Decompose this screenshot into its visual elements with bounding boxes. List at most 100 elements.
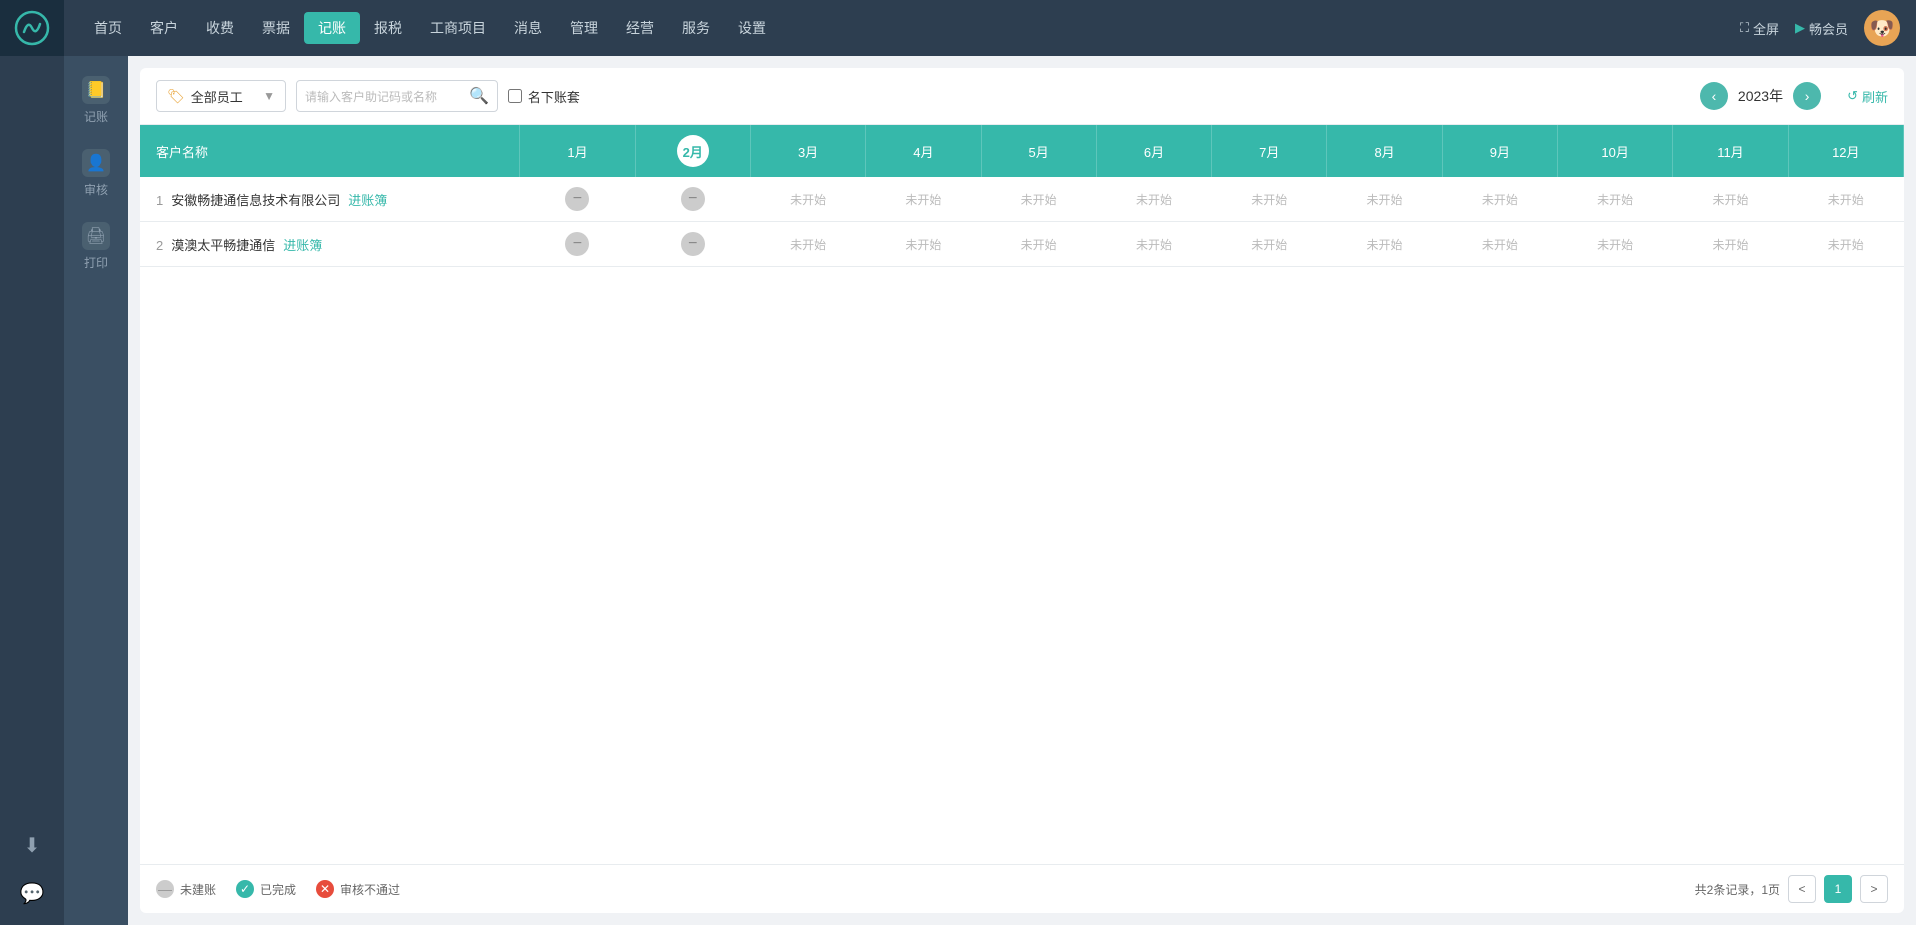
current-month-badge: 2月	[677, 135, 709, 167]
year-label: 2023年	[1738, 86, 1783, 106]
status-not-started: 未开始	[1367, 193, 1403, 207]
th-month-1: 1月	[520, 125, 635, 177]
legend-rejected-label: 审核不通过	[340, 881, 400, 898]
search-input[interactable]	[305, 89, 465, 104]
nav-manage[interactable]: 管理	[556, 12, 612, 44]
cell-month-11: 未开始	[1673, 177, 1788, 222]
enter-ledger-link[interactable]: 进账簿	[348, 193, 387, 208]
prev-page-button[interactable]: <	[1788, 875, 1816, 903]
status-not-started: 未开始	[790, 193, 826, 207]
member-button[interactable]: ▶ 畅会员	[1795, 19, 1848, 38]
cell-month-4: 未开始	[866, 177, 981, 222]
check-icon: ✓	[240, 882, 250, 896]
main-table: 客户名称 1月 2月 3月 4月 5月 6月 7月 8月	[140, 125, 1904, 267]
audit-icon: 👤	[82, 149, 110, 177]
nav-tax[interactable]: 报税	[360, 12, 416, 44]
th-month-9: 9月	[1442, 125, 1557, 177]
status-not-started: 未开始	[1136, 238, 1172, 252]
search-button[interactable]: 🔍	[469, 86, 489, 106]
status-not-started: 未开始	[905, 238, 941, 252]
cell-month-8: 未开始	[1327, 222, 1442, 267]
employee-select[interactable]: 🏷 全部员工 ▼	[156, 80, 286, 112]
cell-company-name: 1安徽畅捷通信息技术有限公司进账簿	[140, 177, 520, 222]
sub-item-audit[interactable]: 👤 审核	[64, 137, 128, 210]
accounts-under-me-input[interactable]	[508, 89, 522, 103]
nav-invoice[interactable]: 票据	[248, 12, 304, 44]
cell-month-5: 未开始	[981, 222, 1096, 267]
next-page-button[interactable]: >	[1860, 875, 1888, 903]
cell-month-7: 未开始	[1212, 222, 1327, 267]
status-not-started: 未开始	[1021, 193, 1057, 207]
ledger-icon: 📒	[82, 76, 110, 104]
status-dot: −	[681, 187, 705, 211]
year-nav: ‹ 2023年 ›	[1700, 82, 1821, 110]
status-not-started: 未开始	[1597, 238, 1633, 252]
cell-month-3: 未开始	[750, 177, 865, 222]
cell-month-12: 未开始	[1788, 222, 1903, 267]
th-month-12: 12月	[1788, 125, 1903, 177]
fullscreen-button[interactable]: ⛶ 全屏	[1740, 19, 1779, 38]
cell-month-10: 未开始	[1558, 222, 1673, 267]
nav-home[interactable]: 首页	[80, 12, 136, 44]
status-not-started: 未开始	[1251, 238, 1287, 252]
top-nav: 首页 客户 收费 票据 记账 报税 工商项目 消息 管理 经营 服务 设置 ⛶ …	[64, 0, 1916, 56]
cell-month-6: 未开始	[1096, 177, 1211, 222]
sub-item-ledger[interactable]: 📒 记账	[64, 64, 128, 137]
nav-settings[interactable]: 设置	[724, 12, 780, 44]
nav-message[interactable]: 消息	[500, 12, 556, 44]
support-icon[interactable]: 💬	[12, 873, 52, 913]
next-year-button[interactable]: ›	[1793, 82, 1821, 110]
search-icon: 🔍	[469, 86, 489, 106]
nav-billing[interactable]: 收费	[192, 12, 248, 44]
cell-month-2: −	[635, 177, 750, 222]
legend-completed-label: 已完成	[260, 881, 296, 898]
nav-operation[interactable]: 经营	[612, 12, 668, 44]
nav-service[interactable]: 服务	[668, 12, 724, 44]
cell-month-4: 未开始	[866, 222, 981, 267]
th-month-4: 4月	[866, 125, 981, 177]
status-not-started: 未开始	[790, 238, 826, 252]
app-logo[interactable]	[0, 0, 64, 56]
status-not-started: 未开始	[1021, 238, 1057, 252]
cell-month-5: 未开始	[981, 177, 1096, 222]
company-name-text: 安徽畅捷通信息技术有限公司	[171, 193, 340, 208]
th-month-5: 5月	[981, 125, 1096, 177]
refresh-button[interactable]: ↺ 刷新	[1847, 87, 1888, 106]
status-not-started: 未开始	[1367, 238, 1403, 252]
cell-month-2: −	[635, 222, 750, 267]
cell-month-12: 未开始	[1788, 177, 1903, 222]
nav-business[interactable]: 工商项目	[416, 12, 500, 44]
page-content: 🏷 全部员工 ▼ 🔍 名下账套 ‹	[128, 56, 1916, 925]
content-area: 📒 记账 👤 审核 🖨 打印 🏷 全部员工 ▼	[64, 56, 1916, 925]
th-customer-name: 客户名称	[140, 125, 520, 177]
refresh-icon: ↺	[1847, 88, 1858, 104]
nav-customer[interactable]: 客户	[136, 12, 192, 44]
th-month-10: 10月	[1558, 125, 1673, 177]
dropdown-arrow-icon: ▼	[263, 89, 275, 103]
main-card: 🏷 全部员工 ▼ 🔍 名下账套 ‹	[140, 68, 1904, 913]
legend-completed: ✓ 已完成	[236, 880, 296, 898]
user-avatar[interactable]: 🐶	[1864, 10, 1900, 46]
page-1-button[interactable]: 1	[1824, 875, 1852, 903]
checkbox-text: 名下账套	[528, 87, 580, 106]
download-icon[interactable]: ⬇	[12, 825, 52, 865]
status-dot: −	[565, 232, 589, 256]
nav-accounting[interactable]: 记账	[304, 12, 360, 44]
cell-month-1: −	[520, 177, 635, 222]
table-wrapper: 客户名称 1月 2月 3月 4月 5月 6月 7月 8月	[140, 125, 1904, 864]
accounts-under-me-checkbox[interactable]: 名下账套	[508, 87, 580, 106]
th-month-2: 2月	[635, 125, 750, 177]
nav-right: ⛶ 全屏 ▶ 畅会员 🐶	[1740, 10, 1900, 46]
table-row: 2漠澳太平畅捷通信进账簿−−未开始未开始未开始未开始未开始未开始未开始未开始未开…	[140, 222, 1904, 267]
sub-item-print[interactable]: 🖨 打印	[64, 210, 128, 283]
cell-month-7: 未开始	[1212, 177, 1327, 222]
enter-ledger-link[interactable]: 进账簿	[283, 238, 322, 253]
table-footer: — 未建账 ✓ 已完成 ✕ 审核不通过	[140, 864, 1904, 913]
cell-month-6: 未开始	[1096, 222, 1211, 267]
left-sidebar: ⬇ 💬	[0, 0, 64, 925]
status-not-started: 未开始	[1482, 193, 1518, 207]
table-row: 1安徽畅捷通信息技术有限公司进账簿−−未开始未开始未开始未开始未开始未开始未开始…	[140, 177, 1904, 222]
cell-month-9: 未开始	[1442, 222, 1557, 267]
status-not-started: 未开始	[1712, 193, 1748, 207]
prev-year-button[interactable]: ‹	[1700, 82, 1728, 110]
